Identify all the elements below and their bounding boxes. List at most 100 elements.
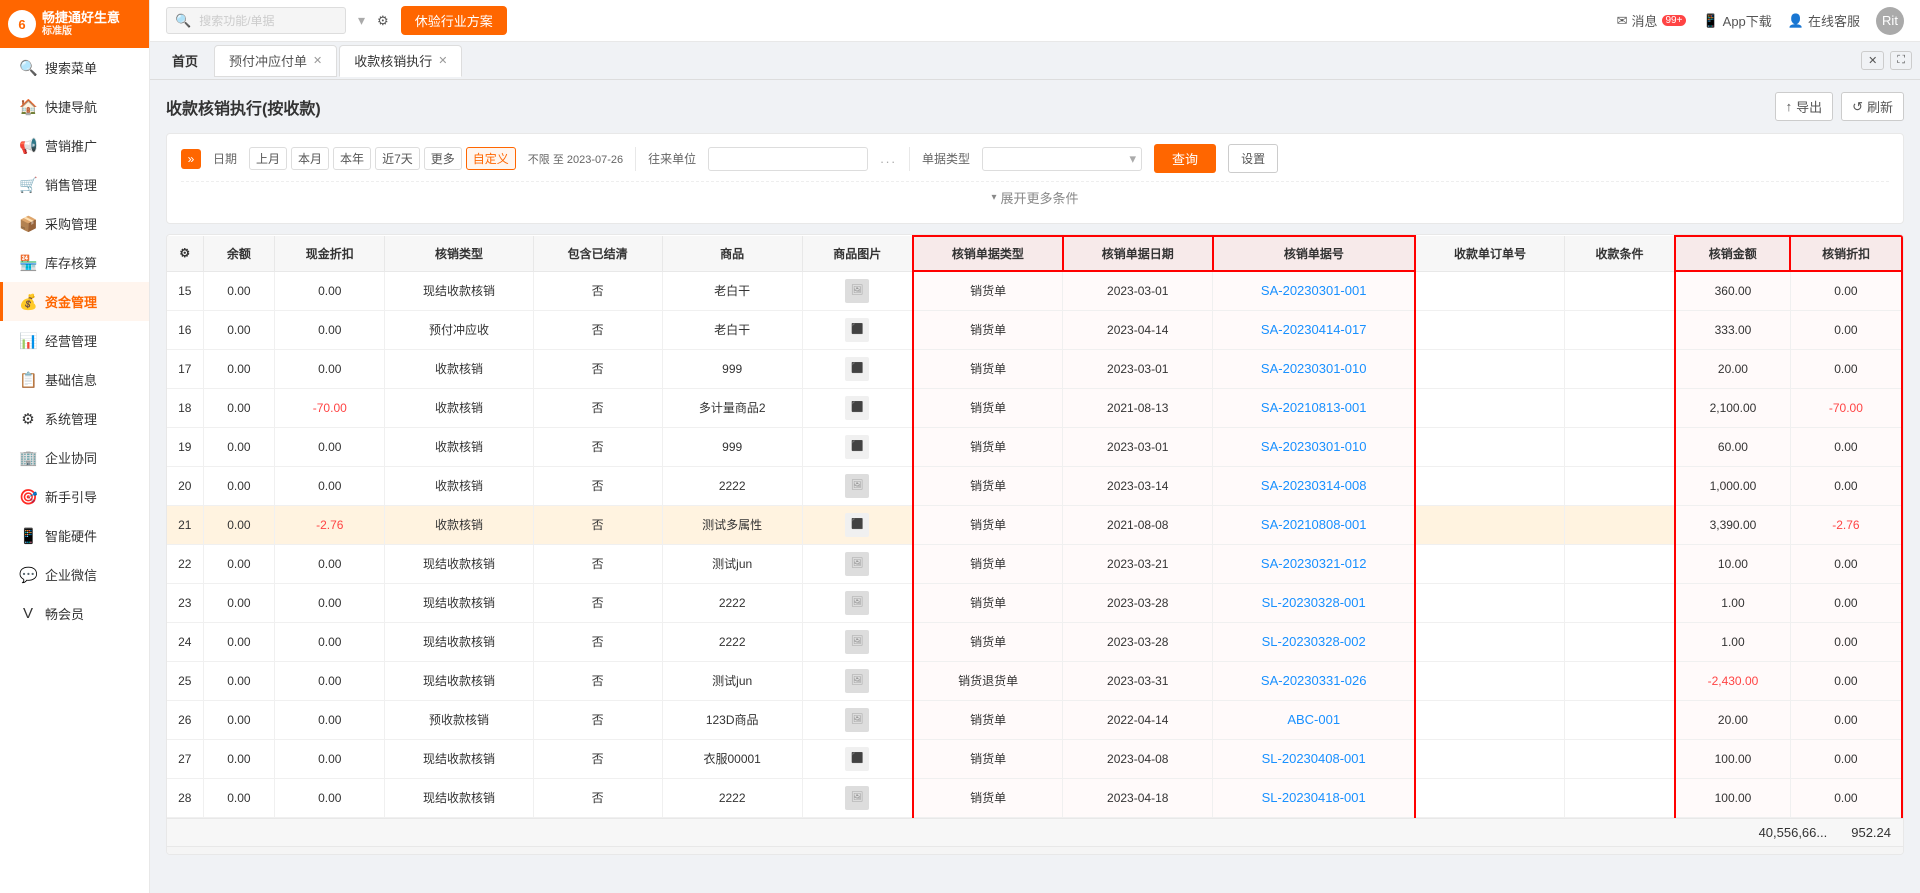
cell-amount: -2,430.00 [1675, 661, 1790, 700]
page-actions: ↑ 导出 ↺ 刷新 [1775, 92, 1904, 121]
settings-gear-icon[interactable]: ⚙ [377, 13, 389, 29]
sidebar-item-basic[interactable]: 📋 基础信息 [0, 360, 149, 399]
cell-bill-no: SA-20230414-017 [1213, 310, 1416, 349]
cell-amount: 1.00 [1675, 583, 1790, 622]
sidebar-item-purchase[interactable]: 📦 采购管理 [0, 204, 149, 243]
single-type-label: 单据类型 [922, 150, 970, 167]
th-bill-no: 核销单据号 [1213, 236, 1416, 271]
filter-expand-icon[interactable]: » [181, 149, 201, 169]
cell-product-img: ⬛ [802, 310, 913, 349]
sidebar-item-hardware[interactable]: 📱 智能硬件 [0, 516, 149, 555]
cell-product: 123D商品 [662, 700, 802, 739]
maximize-tab-button[interactable]: ⛶ [1890, 51, 1912, 70]
date-btn-custom[interactable]: 自定义 [466, 147, 516, 170]
date-btn-this-month[interactable]: 本月 [291, 147, 329, 170]
user-avatar[interactable]: Rit [1876, 7, 1904, 35]
table-row: 17 0.00 0.00 收款核销 否 999 ⬛ 销货单 2023-03-01… [167, 349, 1902, 388]
sidebar-item-marketing[interactable]: 📢 营销推广 [0, 126, 149, 165]
sidebar-item-finance[interactable]: 💰 资金管理 [0, 282, 149, 321]
cell-id: 27 [167, 739, 203, 778]
cell-id: 20 [167, 466, 203, 505]
cell-bill-no: SA-20230331-026 [1213, 661, 1416, 700]
th-settings[interactable]: ⚙ [167, 236, 203, 271]
dropdown-arrow-icon[interactable]: ▾ [358, 12, 365, 29]
cell-bill-date: 2023-03-14 [1063, 466, 1213, 505]
cell-bill-no: SA-20210813-001 [1213, 388, 1416, 427]
table-row: 28 0.00 0.00 现结收款核销 否 2222 🖼 销货单 2023-04… [167, 778, 1902, 817]
close-tab-button[interactable]: ✕ [1861, 51, 1884, 70]
cell-product: 测试jun [662, 544, 802, 583]
sidebar-item-sales[interactable]: 🛒 销售管理 [0, 165, 149, 204]
cell-product-img: ⬛ [802, 349, 913, 388]
tab-prepay[interactable]: 预付冲应付单 ✕ [214, 45, 337, 77]
date-btn-this-year[interactable]: 本年 [333, 147, 371, 170]
cell-cash-discount: 0.00 [275, 778, 385, 817]
cell-receipt-order [1415, 466, 1564, 505]
date-btn-7days[interactable]: 近7天 [375, 147, 420, 170]
cell-writeoff-type: 收款核销 [385, 466, 533, 505]
sidebar-item-vip[interactable]: V 畅会员 [0, 594, 149, 633]
refresh-button[interactable]: ↺ 刷新 [1841, 92, 1904, 121]
cell-receipt-condition [1564, 388, 1675, 427]
cell-balance: 0.00 [203, 700, 275, 739]
settings-button[interactable]: 设置 [1228, 144, 1278, 173]
cell-product: 测试jun [662, 661, 802, 700]
table-row: 16 0.00 0.00 预付冲应收 否 老白干 ⬛ 销货单 2023-04-1… [167, 310, 1902, 349]
sidebar-item-system[interactable]: ⚙ 系统管理 [0, 399, 149, 438]
topbar-search-wrapper[interactable]: 🔍 搜索功能/单据 [166, 7, 346, 34]
cell-bill-no: SA-20230301-010 [1213, 427, 1416, 466]
expand-chevron-icon: ▾ [991, 192, 996, 203]
date-filter-buttons: 上月 本月 本年 近7天 更多 自定义 [249, 147, 516, 170]
cell-receipt-order [1415, 778, 1564, 817]
cell-discount: 0.00 [1790, 778, 1902, 817]
sidebar-item-guide[interactable]: 🎯 新手引导 [0, 477, 149, 516]
sidebar-item-search[interactable]: 🔍 搜索菜单 [0, 48, 149, 87]
cell-balance: 0.00 [203, 661, 275, 700]
vip-icon: V [19, 605, 37, 622]
expand-more-button[interactable]: ▾ 展开更多条件 [181, 181, 1889, 213]
table-row: 19 0.00 0.00 收款核销 否 999 ⬛ 销货单 2023-03-01… [167, 427, 1902, 466]
app-download-button[interactable]: 📱 App下载 [1702, 11, 1771, 30]
cell-bill-no: SL-20230408-001 [1213, 739, 1416, 778]
message-badge: 99+ [1662, 15, 1687, 26]
cell-cash-discount: 0.00 [275, 466, 385, 505]
cell-bill-no: SL-20230418-001 [1213, 778, 1416, 817]
cell-product: 衣服00001 [662, 739, 802, 778]
date-btn-more[interactable]: 更多 [424, 147, 462, 170]
sidebar-item-operation[interactable]: 📊 经营管理 [0, 321, 149, 360]
system-icon: ⚙ [19, 410, 37, 428]
tab-receipt-writeoff[interactable]: 收款核销执行 ✕ [339, 45, 462, 77]
cell-balance: 0.00 [203, 466, 275, 505]
query-button[interactable]: 查询 [1154, 144, 1216, 173]
table-row: 20 0.00 0.00 收款核销 否 2222 🖼 销货单 2023-03-1… [167, 466, 1902, 505]
tab-close-prepay[interactable]: ✕ [313, 54, 322, 67]
tab-close-receipt-writeoff[interactable]: ✕ [438, 54, 447, 67]
cell-cash-discount: 0.00 [275, 583, 385, 622]
from-unit-input[interactable] [708, 147, 868, 171]
cell-cash-discount: 0.00 [275, 271, 385, 310]
tab-home[interactable]: 首页 [158, 45, 212, 77]
sidebar-item-wechat[interactable]: 💬 企业微信 [0, 555, 149, 594]
sidebar-item-quick-nav[interactable]: 🏠 快捷导航 [0, 87, 149, 126]
cell-bill-date: 2023-03-31 [1063, 661, 1213, 700]
date-btn-last-month[interactable]: 上月 [249, 147, 287, 170]
cell-id: 19 [167, 427, 203, 466]
sidebar-item-enterprise[interactable]: 🏢 企业协同 [0, 438, 149, 477]
online-service-button[interactable]: 👤 在线客服 [1788, 11, 1860, 30]
cell-receipt-order [1415, 271, 1564, 310]
single-type-select[interactable] [982, 147, 1142, 171]
finance-icon: 💰 [19, 293, 37, 311]
cell-amount: 1.00 [1675, 622, 1790, 661]
export-button[interactable]: ↑ 导出 [1775, 92, 1834, 121]
cell-bill-date: 2023-04-14 [1063, 310, 1213, 349]
table-row: 24 0.00 0.00 现结收款核销 否 2222 🖼 销货单 2023-03… [167, 622, 1902, 661]
horizontal-scrollbar[interactable] [167, 846, 1903, 854]
message-button[interactable]: ✉ 消息 99+ [1617, 11, 1687, 30]
cell-amount: 20.00 [1675, 349, 1790, 388]
cell-product: 999 [662, 349, 802, 388]
cell-writeoff-type: 收款核销 [385, 505, 533, 544]
industry-solution-button[interactable]: 休验行业方案 [401, 6, 507, 35]
sidebar-item-inventory[interactable]: 🏪 库存核算 [0, 243, 149, 282]
cell-bill-no: SL-20230328-002 [1213, 622, 1416, 661]
cell-cash-discount: 0.00 [275, 310, 385, 349]
